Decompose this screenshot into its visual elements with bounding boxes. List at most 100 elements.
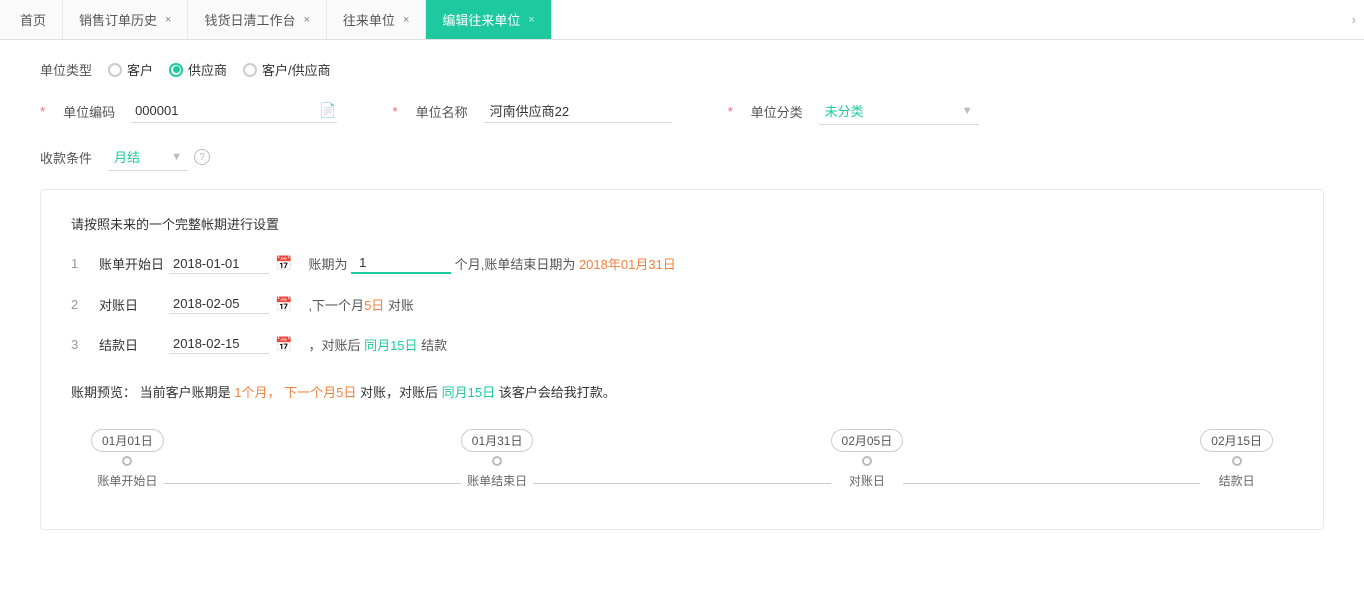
- unit-category-arrow-icon: ▼: [962, 105, 973, 117]
- step-2-row: 2 对账日 📅 ,下一个月 5日 对账: [71, 294, 1293, 314]
- star-name: *: [393, 104, 398, 119]
- radio-circle-customer: [108, 63, 122, 77]
- step-3-date: 📅: [169, 334, 292, 354]
- tl-dot-2: [492, 456, 502, 466]
- period-input[interactable]: [351, 253, 451, 274]
- unit-info-row: * 单位编码 📄 * 单位名称 * 单位分类 未分类 ▼: [40, 97, 1324, 125]
- tab-close-sales-history[interactable]: ×: [165, 14, 171, 26]
- tab-close-cash-work[interactable]: ×: [303, 14, 309, 26]
- step-1-row: 1 账单开始日 📅 账期为 个月,账单结束日期为 2018年01月31日: [71, 253, 1293, 274]
- unit-name-label: 单位名称: [416, 102, 468, 121]
- preview-label: 账期预览：: [71, 385, 136, 400]
- step-3-suffix-text: 结款: [421, 335, 447, 354]
- step-1-date: 📅: [169, 254, 292, 274]
- radio-supplier[interactable]: 供应商: [169, 60, 227, 79]
- tl-badge-3: 02月05日: [831, 429, 904, 452]
- unit-name-input[interactable]: [484, 99, 672, 123]
- step-1-date-input[interactable]: [169, 254, 269, 274]
- step-2-comma: ,下一个月: [308, 295, 364, 314]
- tab-close-edit-partner[interactable]: ×: [528, 14, 534, 26]
- unit-category-select[interactable]: 未分类 ▼: [819, 97, 979, 125]
- tl-dot-1: [122, 456, 132, 466]
- unit-code-label: 单位编码: [63, 102, 115, 121]
- tl-line-1: [164, 483, 461, 484]
- tab-home[interactable]: 首页: [0, 0, 63, 39]
- page-content: 单位类型 客户 供应商 客户/供应商 * 单位编码 📄 * 单位名称 *: [0, 40, 1364, 608]
- tl-line-3: [903, 483, 1200, 484]
- step-2-highlight: 5日: [364, 295, 384, 314]
- preview-highlight-3: 同月15日: [442, 385, 495, 400]
- tl-badge-1: 01月01日: [91, 429, 164, 452]
- step-3-highlight: 同月15日: [364, 335, 417, 354]
- step-2-date: 📅: [169, 294, 292, 314]
- timeline: 01月01日 账单开始日 01月31日 账单结束日 02月05日: [91, 429, 1273, 489]
- preview-part-4: 该客户会给我打款。: [499, 385, 616, 400]
- step-1-suffix-prefix: 账期为: [308, 254, 347, 273]
- step-2-suffix: ,下一个月 5日 对账: [308, 295, 413, 314]
- radio-customer-label: 客户: [127, 60, 153, 79]
- preview-section: 账期预览： 当前客户账期是 1个月， 下一个月5日 对账，对账后 同月15日 该…: [71, 382, 1293, 505]
- radio-customer[interactable]: 客户: [108, 60, 153, 79]
- tl-node-2: 01月31日 账单结束日: [461, 429, 534, 489]
- step-2-calendar-icon[interactable]: 📅: [275, 296, 292, 313]
- unit-type-radio-group: 客户 供应商 客户/供应商: [108, 60, 331, 79]
- radio-supplier-label: 供应商: [188, 60, 227, 79]
- tl-label-3: 对账日: [849, 472, 885, 489]
- unit-category-value: 未分类: [825, 101, 864, 120]
- payment-condition-row: 收款条件 月结 ▼ ?: [40, 143, 1324, 171]
- preview-part-3: 对账，对账后: [360, 385, 438, 400]
- tl-label-2: 账单结束日: [467, 472, 527, 489]
- step-1-highlight: 2018年01月31日: [579, 254, 676, 273]
- tab-cash-work[interactable]: 钱货日清工作台 ×: [188, 0, 326, 39]
- tab-partner-unit[interactable]: 往来单位 ×: [327, 0, 426, 39]
- tl-dot-4: [1232, 456, 1242, 466]
- tl-dot-3: [862, 456, 872, 466]
- radio-both[interactable]: 客户/供应商: [243, 60, 331, 79]
- tl-node-4: 02月15日 结款日: [1200, 429, 1273, 489]
- step-3-suffix: ，对账后 同月15日 结款: [308, 335, 447, 354]
- step-3-row: 3 结款日 📅 ，对账后 同月15日 结款: [71, 334, 1293, 354]
- step-2-suffix-text: 对账: [384, 295, 414, 314]
- unit-type-label: 单位类型: [40, 60, 92, 79]
- preview-text: 账期预览： 当前客户账期是 1个月， 下一个月5日 对账，对账后 同月15日 该…: [71, 382, 1293, 401]
- payment-condition-arrow-icon: ▼: [171, 151, 182, 163]
- inner-box: 请按照未来的一个完整帐期进行设置 1 账单开始日 📅 账期为 个月,账单结束日期…: [40, 189, 1324, 530]
- tab-sales-history[interactable]: 销售订单历史 ×: [63, 0, 188, 39]
- star-category: *: [728, 104, 733, 119]
- step-1-num: 1: [71, 256, 99, 271]
- unit-code-field: 📄: [131, 99, 336, 123]
- tl-label-4: 结款日: [1219, 472, 1255, 489]
- step-2-date-input[interactable]: [169, 294, 269, 314]
- unit-type-row: 单位类型 客户 供应商 客户/供应商: [40, 60, 1324, 79]
- tl-badge-2: 01月31日: [461, 429, 534, 452]
- step-2-field-label: 对账日: [99, 295, 169, 314]
- step-1-suffix-text: 个月,账单结束日期为: [455, 254, 576, 273]
- preview-highlight-1: 1个月，: [234, 385, 280, 400]
- step-3-date-input[interactable]: [169, 334, 269, 354]
- unit-code-input[interactable]: [131, 99, 315, 122]
- payment-condition-label: 收款条件: [40, 148, 92, 167]
- step-2-num: 2: [71, 297, 99, 312]
- radio-circle-supplier: [169, 63, 183, 77]
- star-code: *: [40, 104, 45, 119]
- tl-label-1: 账单开始日: [97, 472, 157, 489]
- preview-part-1: 当前客户账期是: [140, 385, 231, 400]
- help-icon[interactable]: ?: [194, 149, 210, 165]
- tab-more-arrow[interactable]: ›: [1344, 0, 1364, 39]
- timeline-container: 01月01日 账单开始日 01月31日 账单结束日 02月05日: [71, 429, 1293, 489]
- tabs-bar: 首页 销售订单历史 × 钱货日清工作台 × 往来单位 × 编辑往来单位 × ›: [0, 0, 1364, 40]
- preview-highlight-2: 下一个月5日: [284, 385, 356, 400]
- step-3-calendar-icon[interactable]: 📅: [275, 336, 292, 353]
- tl-line-2: [533, 483, 830, 484]
- step-1-suffix: 账期为 个月,账单结束日期为 2018年01月31日: [308, 253, 675, 274]
- step-1-field-label: 账单开始日: [99, 254, 169, 273]
- step-3-field-label: 结款日: [99, 335, 169, 354]
- tab-edit-partner[interactable]: 编辑往来单位 ×: [426, 0, 551, 39]
- payment-condition-select[interactable]: 月结 ▼: [108, 143, 188, 171]
- tl-node-1: 01月01日 账单开始日: [91, 429, 164, 489]
- copy-icon[interactable]: 📄: [319, 102, 336, 119]
- step-1-calendar-icon[interactable]: 📅: [275, 255, 292, 272]
- step-3-prefix: ，对账后: [308, 335, 360, 354]
- payment-condition-value: 月结: [114, 147, 140, 166]
- tab-close-partner-unit[interactable]: ×: [403, 14, 409, 26]
